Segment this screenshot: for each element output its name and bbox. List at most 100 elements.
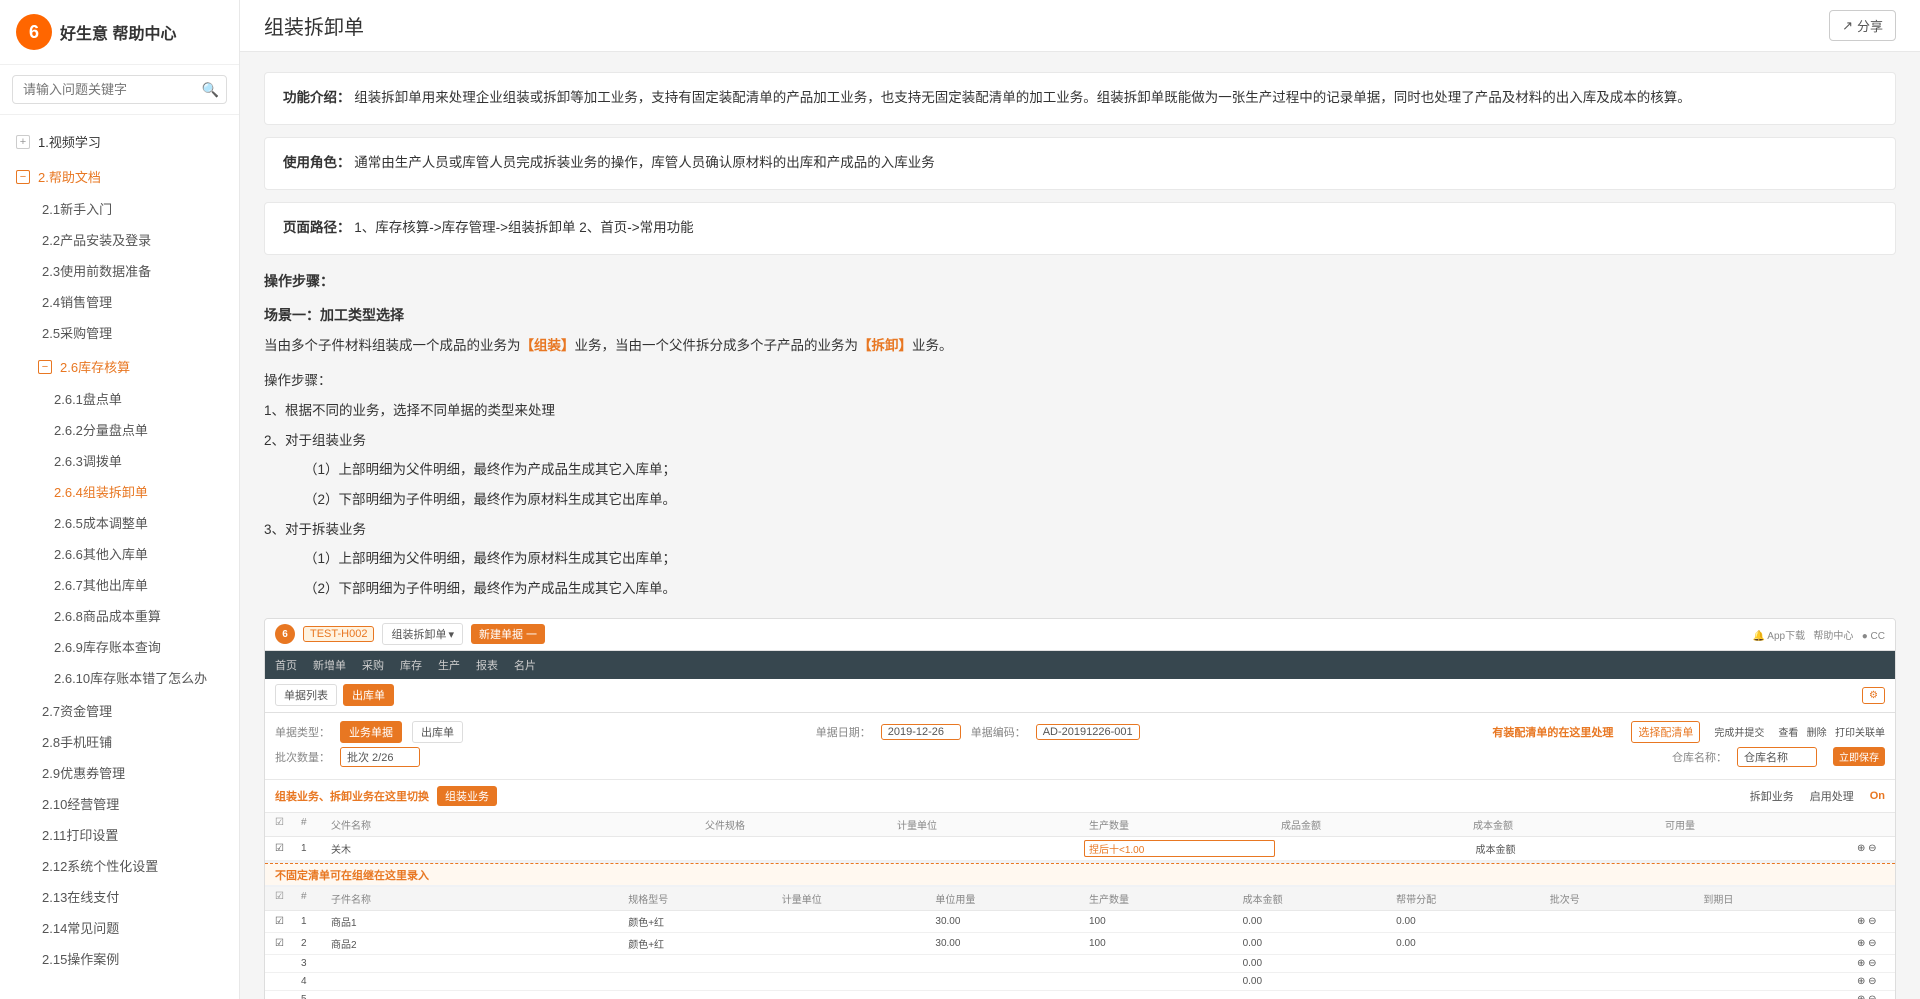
nav-tree: + 1.视频学习 − 2.帮助文档 2.1新手入门 2.2产品安装及登录 2.3…: [0, 115, 239, 999]
intro-text: 组装拆卸单用来处理企业组装或拆卸等加工业务，支持有固定装配清单的产品加工业务，也…: [354, 90, 1691, 105]
share-button[interactable]: ↗ 分享: [1829, 10, 1896, 41]
nav-sub-item-2-13[interactable]: 2.13在线支付: [38, 881, 239, 912]
ss-form-area: 单据类型： 业务单据 出库单 单据日期： 2019-12-26 单据编码： AD…: [265, 713, 1895, 780]
nav-sub-item-2-6-9[interactable]: 2.6.9库存账本查询: [50, 631, 239, 662]
nav-sub-item-2-6-4[interactable]: 2.6.4组装拆卸单: [50, 476, 239, 507]
ss-form-tab2: 出库单: [412, 721, 463, 743]
nav-sub-item-2-6-7[interactable]: 2.6.7其他出库单: [50, 569, 239, 600]
step-ops-label: 操作步骤：: [264, 368, 1896, 394]
nav-sub-item-2-4[interactable]: 2.4销售管理: [38, 286, 239, 317]
ss-tab-btn1: 单据列表: [275, 684, 337, 706]
nav-item-2-6[interactable]: − 2.6库存核算: [38, 350, 239, 383]
ss-tab-btn2: 出库单: [343, 684, 394, 706]
ss-nav-report: 报表: [476, 657, 498, 673]
ss-lower-row-5: 5 ⊕ ⊖: [265, 991, 1895, 999]
ss-annotation-area: 不固定清单可在组继在这里录入: [265, 863, 1895, 885]
ss-qty-label: 批次数量：: [275, 749, 330, 765]
path-text: 1、库存核算->库存管理->组装拆卸单 2、首页->常用功能: [354, 220, 693, 235]
ss-lower-header: ☑ # 子件名称 规格型号 计量单位 单位用量 生产数量 成本金额 帮带分配 批…: [265, 887, 1895, 911]
ss-warehouse-field: 仓库名称: [1737, 747, 1817, 767]
nav-item-1-videos[interactable]: + 1.视频学习: [0, 125, 239, 158]
nav-group-2-6: − 2.6库存核算 2.6.1盘点单 2.6.2分量盘点单 2.6.3调拨单 2…: [38, 350, 239, 693]
page-title: 组装拆卸单: [264, 11, 364, 40]
ss-type-row: 组装业务、拆卸业务在这里切换 组装业务 拆卸业务 启用处理 On: [265, 780, 1895, 813]
search-input[interactable]: [12, 75, 227, 104]
nav-sub-item-2-14[interactable]: 2.14常见问题: [38, 912, 239, 943]
ss-form-tab1: 业务单据: [340, 721, 402, 743]
ss-qty-field: 批次 2/26: [340, 747, 420, 767]
nav-sub-item-2-6-6[interactable]: 2.6.6其他入库单: [50, 538, 239, 569]
ss-col-check: ☑: [275, 817, 291, 832]
step-2-1: （1）上部明细为父件明细，最终作为产成品生成其它入库单；: [264, 457, 1896, 483]
nav-item-2-docs[interactable]: − 2.帮助文档: [0, 160, 239, 193]
ss-not-fixed-annotation: 不固定清单可在组继在这里录入: [275, 870, 429, 882]
ss-col-parent-spec: 父件规格: [705, 817, 887, 832]
nav-sub-item-2-5[interactable]: 2.5采购管理: [38, 317, 239, 348]
search-area: 🔍: [0, 65, 239, 115]
nav-sub-2-6: 2.6.1盘点单 2.6.2分量盘点单 2.6.3调拨单 2.6.4组装拆卸单 …: [38, 383, 239, 693]
nav-item-1-label: 1.视频学习: [38, 132, 101, 151]
role-label: 使用角色：: [283, 155, 351, 170]
nav-sub-item-2-9[interactable]: 2.9优惠券管理: [38, 757, 239, 788]
sidebar: 6 好生意 帮助中心 🔍 + 1.视频学习 − 2.帮助文档 2.1新手入门 2…: [0, 0, 240, 999]
nav-sub-item-2-15[interactable]: 2.15操作案例: [38, 943, 239, 974]
screenshot-container: 6 TEST-H002 组装拆卸单 ▾ 新建单据 一 🔔 App下载 帮助中心 …: [264, 618, 1896, 999]
nav-sub-item-2-6-8[interactable]: 2.6.8商品成本重算: [50, 600, 239, 631]
collapse-icon-2-6: −: [38, 360, 52, 374]
ss-col-parent-name: 父件名称: [331, 817, 695, 832]
nav-sub-item-2-6-1[interactable]: 2.6.1盘点单: [50, 383, 239, 414]
ss-app-logo: 6: [275, 624, 295, 644]
ss-lower-row-1: ☑ 1 商品1 颜色+红 30.00 100 0.00 0.00 ⊕ ⊖: [265, 911, 1895, 933]
nav-item-2-label: 2.帮助文档: [38, 167, 101, 186]
role-text: 通常由生产人员或库管人员完成拆装业务的操作，库管人员确认原材料的出库和产成品的入…: [354, 155, 935, 170]
nav-group-2: − 2.帮助文档 2.1新手入门 2.2产品安装及登录 2.3使用前数据准备 2…: [0, 160, 239, 974]
nav-sub-item-2-8[interactable]: 2.8手机旺铺: [38, 726, 239, 757]
ss-upper-header: ☑ # 父件名称 父件规格 计量单位 生产数量 成品金额 成本金额 可用量: [265, 813, 1895, 837]
search-button[interactable]: 🔍: [202, 81, 219, 98]
ss-col-prod-qty: 生产数量: [1089, 817, 1271, 832]
ss-col-prod-amt: 成品金额: [1281, 817, 1463, 832]
ss-nav: 首页 新增单 采购 库存 生产 报表 名片: [265, 651, 1895, 679]
ss-form-row1: 单据类型： 业务单据 出库单 单据日期： 2019-12-26 单据编码： AD…: [275, 721, 1885, 743]
ss-code-field: AD-20191226-001: [1036, 724, 1140, 740]
top-bar: 组装拆卸单 ↗ 分享: [240, 0, 1920, 52]
app-name: 好生意 帮助中心: [60, 20, 176, 44]
ss-code-label: 单据编码：: [971, 724, 1026, 740]
ss-type-label: 单据类型：: [275, 724, 330, 740]
ss-col-num: #: [301, 817, 321, 832]
content-area: 功能介绍： 组装拆卸单用来处理企业组装或拆卸等加工业务，支持有固定装配清单的产品…: [240, 52, 1920, 999]
ss-confirm-btn: 完成并提交: [1714, 724, 1764, 739]
nav-sub-item-2-6-2[interactable]: 2.6.2分量盘点单: [50, 414, 239, 445]
ss-warehouse-label: 仓库名称：: [1672, 749, 1727, 765]
nav-sub-item-2-2[interactable]: 2.2产品安装及登录: [38, 224, 239, 255]
scenario1-desc-block: 当由多个子件材料组装成一个成品的业务为【组装】业务，当由一个父件拆分成多个子产品…: [264, 333, 1896, 359]
ss-save-btn: 立即保存: [1833, 747, 1885, 766]
expand-icon-1: +: [16, 135, 30, 149]
step-1: 1、根据不同的业务，选择不同单据的类型来处理: [264, 398, 1896, 424]
nav-sub-item-2-6-10[interactable]: 2.6.10库存账本错了怎么办: [50, 662, 239, 693]
ss-col-plan-qty: 计量单位: [897, 817, 1079, 832]
share-label: 分享: [1857, 16, 1883, 35]
ss-dropdown: 组装拆卸单 ▾: [382, 623, 463, 645]
nav-sub-item-2-11[interactable]: 2.11打印设置: [38, 819, 239, 850]
ss-col-avail: 可用量: [1665, 817, 1847, 832]
nav-sub-item-2-6-3[interactable]: 2.6.3调拨单: [50, 445, 239, 476]
collapse-icon-2: −: [16, 170, 30, 184]
nav-sub-item-2-10[interactable]: 2.10经营管理: [38, 788, 239, 819]
nav-sub-item-2-1[interactable]: 2.1新手入门: [38, 193, 239, 224]
nav-sub-item-2-12[interactable]: 2.12系统个性化设置: [38, 850, 239, 881]
ss-upper-row-1: ☑ 1 关木 捏后十<1.00 成本金额 ⊕ ⊖: [265, 837, 1895, 861]
step-3-2: （2）下部明细为子件明细，最终作为产成品生成其它入库单。: [264, 576, 1896, 602]
nav-sub-item-2-3[interactable]: 2.3使用前数据准备: [38, 255, 239, 286]
ss-process-annotation: On: [1870, 790, 1885, 802]
app-logo: 6: [16, 14, 52, 50]
screenshot-wrap: 6 TEST-H002 组装拆卸单 ▾ 新建单据 一 🔔 App下载 帮助中心 …: [265, 619, 1895, 999]
nav-sub-item-2-6-5[interactable]: 2.6.5成本调整单: [50, 507, 239, 538]
role-block: 使用角色： 通常由生产人员或库管人员完成拆装业务的操作，库管人员确认原材料的出库…: [264, 137, 1896, 190]
ss-chevron-icon: ▾: [448, 628, 454, 641]
ss-type-annotation: 组装业务、拆卸业务在这里切换: [275, 788, 429, 804]
ss-type-assembly: 组装业务: [437, 786, 497, 806]
nav-sub-item-2-7[interactable]: 2.7资金管理: [38, 695, 239, 726]
logo-area: 6 好生意 帮助中心: [0, 0, 239, 65]
intro-block: 功能介绍： 组装拆卸单用来处理企业组装或拆卸等加工业务，支持有固定装配清单的产品…: [264, 72, 1896, 125]
